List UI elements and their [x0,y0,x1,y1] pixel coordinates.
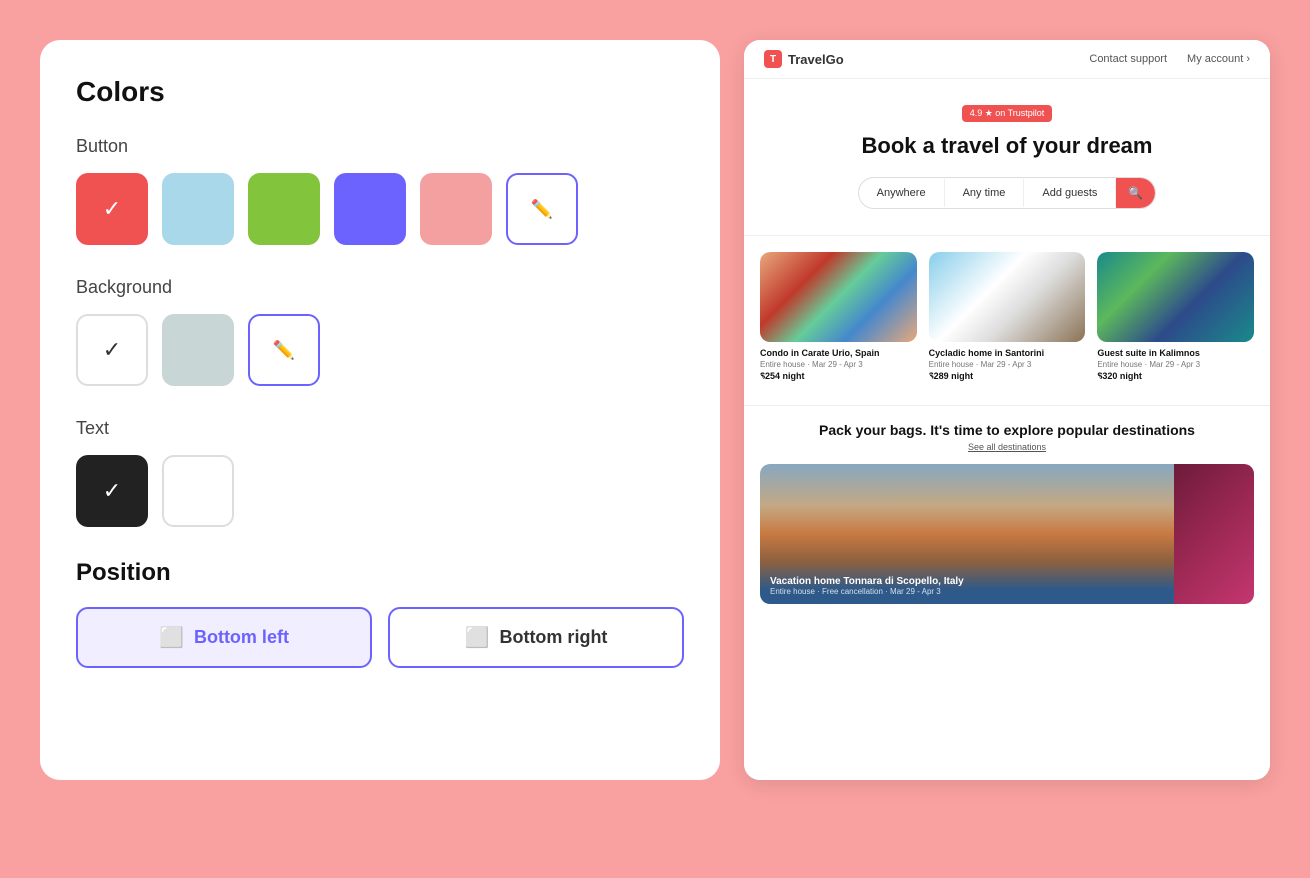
listing-price-3: $320 night [1097,371,1254,381]
browser-logo: T TravelGo [764,50,844,68]
bottom-left-icon: ⬜ [159,625,184,650]
browser-content: 4.9 ★ on Trustpilot Book a travel of you… [744,79,1270,780]
check-icon-black: ✓ [103,478,121,504]
listing-price-2: $289 night [929,371,1086,381]
position-buttons: ⬜ Bottom left ⬜ Bottom right [76,607,684,668]
browser-nav: Contact support My account › [1089,53,1250,65]
destinations-section: Pack your bags. It's time to explore pop… [744,405,1270,620]
background-section: Background ✓ ✏️ [76,277,684,386]
dest-caption: Vacation home Tonnara di Scopello, Italy… [770,576,964,596]
listing-card-2[interactable]: Cycladic home in Santorini Entire house … [929,252,1086,381]
see-all-link[interactable]: See all destinations [760,442,1254,452]
text-swatch-white[interactable] [162,455,234,527]
browser-bar: T TravelGo Contact support My account › [744,40,1270,79]
destinations-title: Pack your bags. It's time to explore pop… [760,422,1254,438]
listings-grid: Condo in Carate Urio, Spain Entire house… [760,252,1254,381]
button-swatch-green[interactable] [248,173,320,245]
dest-caption-title: Vacation home Tonnara di Scopello, Italy [770,576,964,587]
button-swatch-pink[interactable] [420,173,492,245]
hero-section: 4.9 ★ on Trustpilot Book a travel of you… [744,79,1270,236]
search-anywhere[interactable]: Anywhere [859,179,945,207]
listing-img-kalimnos [1097,252,1254,342]
bottom-right-button[interactable]: ⬜ Bottom right [388,607,684,668]
button-color-row: ✓ ✏️ [76,173,684,245]
listing-subtitle-3: Entire house · Mar 29 - Apr 3 [1097,360,1254,369]
text-section-label: Text [76,418,684,439]
search-bar: Anywhere Any time Add guests 🔍 [858,177,1157,209]
eyedropper-icon: ✏️ [531,199,553,220]
text-swatch-black[interactable]: ✓ [76,455,148,527]
background-color-row: ✓ ✏️ [76,314,684,386]
background-swatch-gray[interactable] [162,314,234,386]
right-panel: T TravelGo Contact support My account › … [744,40,1270,780]
main-container: Colors Button ✓ ✏️ Background [0,0,1310,878]
check-icon-red: ✓ [103,196,121,222]
listing-price-1: $254 night [760,371,917,381]
search-anytime[interactable]: Any time [945,179,1025,207]
bottom-right-icon: ⬜ [465,625,490,650]
listing-card-1[interactable]: Condo in Carate Urio, Spain Entire house… [760,252,917,381]
eyedropper-bg-icon: ✏️ [273,340,295,361]
listing-title-2: Cycladic home in Santorini [929,348,1086,358]
search-icon: 🔍 [1128,186,1143,200]
button-swatch-light-blue[interactable] [162,173,234,245]
listing-subtitle-1: Entire house · Mar 29 - Apr 3 [760,360,917,369]
text-section: Text ✓ [76,418,684,527]
listing-img-carate [760,252,917,342]
background-section-label: Background [76,277,684,298]
dest-img-right [1174,464,1254,604]
button-section-label: Button [76,136,684,157]
background-swatch-white[interactable]: ✓ [76,314,148,386]
dest-caption-sub: Entire house · Free cancellation · Mar 2… [770,587,964,596]
button-swatch-eyedropper[interactable]: ✏️ [506,173,578,245]
search-guests[interactable]: Add guests [1024,179,1116,207]
button-swatch-red[interactable]: ✓ [76,173,148,245]
listing-card-3[interactable]: Guest suite in Kalimnos Entire house · M… [1097,252,1254,381]
listings-section: Condo in Carate Urio, Spain Entire house… [744,236,1270,405]
left-panel: Colors Button ✓ ✏️ Background [40,40,720,780]
bottom-right-label: Bottom right [499,627,607,648]
search-button[interactable]: 🔍 [1116,178,1155,208]
destination-banner[interactable]: Vacation home Tonnara di Scopello, Italy… [760,464,1254,604]
panel-title: Colors [76,76,684,108]
dest-img-left: Vacation home Tonnara di Scopello, Italy… [760,464,1174,604]
logo-text: TravelGo [788,52,844,67]
bottom-left-label: Bottom left [194,627,289,648]
button-swatch-purple[interactable] [334,173,406,245]
trustpilot-badge: 4.9 ★ on Trustpilot [962,105,1053,122]
trustpilot-text: 4.9 ★ on Trustpilot [970,108,1045,119]
logo-icon: T [764,50,782,68]
listing-title-3: Guest suite in Kalimnos [1097,348,1254,358]
listing-img-santorini [929,252,1086,342]
nav-account[interactable]: My account › [1187,53,1250,65]
bottom-left-button[interactable]: ⬜ Bottom left [76,607,372,668]
listing-title-1: Condo in Carate Urio, Spain [760,348,917,358]
position-title: Position [76,559,684,587]
check-icon-white-bg: ✓ [103,337,121,363]
button-section: Button ✓ ✏️ [76,136,684,245]
listing-subtitle-2: Entire house · Mar 29 - Apr 3 [929,360,1086,369]
hero-title: Book a travel of your dream [764,132,1250,161]
text-color-row: ✓ [76,455,684,527]
nav-contact[interactable]: Contact support [1089,53,1167,65]
background-swatch-eyedropper[interactable]: ✏️ [248,314,320,386]
position-section: Position ⬜ Bottom left ⬜ Bottom right [76,559,684,668]
